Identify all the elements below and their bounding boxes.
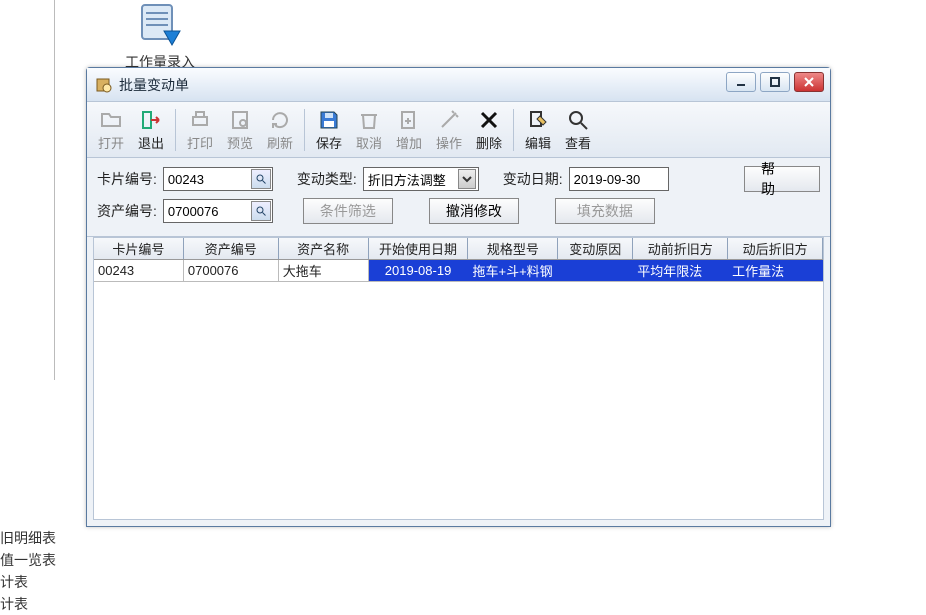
view-button[interactable]: 查看 — [558, 105, 598, 155]
fill-data-button: 填充数据 — [555, 198, 655, 224]
background-side-list: 旧明细表 值一览表 计表 计表 — [0, 527, 56, 615]
app-icon — [95, 76, 113, 94]
print-button[interactable]: 打印 — [180, 105, 220, 155]
asset-no-lookup — [163, 199, 273, 223]
wand-icon — [437, 109, 461, 131]
folder-open-icon — [99, 109, 123, 131]
toolbar-separator — [513, 109, 514, 151]
help-button[interactable]: 帮 助 — [744, 166, 820, 192]
chevron-down-icon[interactable] — [458, 169, 476, 189]
floppy-icon — [317, 109, 341, 131]
toolbar-separator — [304, 109, 305, 151]
cell-spec[interactable]: 拖车+斗+料钢 — [468, 260, 558, 281]
col-card-no[interactable]: 卡片编号 — [94, 238, 184, 259]
background-left-panel — [0, 0, 55, 380]
dialog-title: 批量变动单 — [119, 75, 189, 95]
cell-start-date[interactable]: 2019-08-19 — [369, 260, 469, 281]
side-list-item[interactable]: 计表 — [0, 571, 56, 593]
delete-x-icon — [477, 109, 501, 131]
card-no-label: 卡片编号: — [97, 169, 157, 189]
grid-header: 卡片编号 资产编号 资产名称 开始使用日期 规格型号 变动原因 动前折旧方 动后… — [94, 238, 823, 260]
window-close-button[interactable] — [794, 72, 824, 92]
change-type-select[interactable]: 折旧方法调整 — [363, 167, 479, 191]
exit-icon — [139, 109, 163, 131]
exit-button[interactable]: 退出 — [131, 105, 171, 155]
side-list-item[interactable]: 值一览表 — [0, 549, 56, 571]
card-no-lookup-button[interactable] — [251, 169, 271, 189]
edit-icon — [526, 109, 550, 131]
titlebar[interactable]: 批量变动单 — [87, 68, 830, 102]
operate-button[interactable]: 操作 — [429, 105, 469, 155]
refresh-button[interactable]: 刷新 — [260, 105, 300, 155]
cell-dep-after[interactable]: 工作量法 — [728, 260, 823, 281]
workload-entry-icon — [130, 0, 190, 50]
change-type-label: 变动类型: — [297, 169, 357, 189]
undo-change-button[interactable]: 撤消修改 — [429, 198, 519, 224]
toolbar-separator — [175, 109, 176, 151]
cell-asset-name[interactable]: 大拖车 — [279, 260, 369, 281]
delete-button[interactable]: 删除 — [469, 105, 509, 155]
asset-no-lookup-button[interactable] — [251, 201, 271, 221]
cell-asset-no[interactable]: 0700076 — [184, 260, 279, 281]
preview-icon — [228, 109, 252, 131]
filter-button: 条件筛选 — [303, 198, 393, 224]
trash-icon — [357, 109, 381, 131]
open-button[interactable]: 打开 — [91, 105, 131, 155]
col-dep-after[interactable]: 动后折旧方 — [728, 238, 823, 259]
search-icon — [566, 109, 590, 131]
cell-reason[interactable] — [558, 260, 633, 281]
toolbar: 打开 退出 打印 预览 刷新 保存 取消 增加 操作 删除 编辑 查看 — [87, 102, 830, 158]
cell-card-no[interactable]: 00243 — [94, 260, 184, 281]
grid-body[interactable]: 00243 0700076 大拖车 2019-08-19 拖车+斗+料钢 平均年… — [94, 260, 823, 519]
change-date-input[interactable] — [569, 167, 669, 191]
cancel-button[interactable]: 取消 — [349, 105, 389, 155]
add-doc-icon — [397, 109, 421, 131]
col-dep-before[interactable]: 动前折旧方 — [633, 238, 728, 259]
card-no-lookup — [163, 167, 273, 191]
change-type-value: 折旧方法调整 — [368, 170, 458, 189]
form-area: 卡片编号: 变动类型: 折旧方法调整 变动日期: 帮 助 资产编号: — [87, 158, 830, 237]
printer-icon — [188, 109, 212, 131]
desktop-shortcut-workload-entry[interactable]: 工作量录入 — [100, 0, 220, 72]
refresh-icon — [268, 109, 292, 131]
col-asset-no[interactable]: 资产编号 — [184, 238, 279, 259]
side-list-item[interactable]: 计表 — [0, 593, 56, 615]
col-reason[interactable]: 变动原因 — [558, 238, 633, 259]
window-minimize-button[interactable] — [726, 72, 756, 92]
save-button[interactable]: 保存 — [309, 105, 349, 155]
preview-button[interactable]: 预览 — [220, 105, 260, 155]
batch-change-dialog: 批量变动单 打开 退出 打印 预览 刷新 保存 取消 增加 操作 删除 编辑 查… — [86, 67, 831, 527]
col-asset-name[interactable]: 资产名称 — [279, 238, 369, 259]
data-grid[interactable]: 卡片编号 资产编号 资产名称 开始使用日期 规格型号 变动原因 动前折旧方 动后… — [93, 237, 824, 520]
edit-button[interactable]: 编辑 — [518, 105, 558, 155]
col-spec[interactable]: 规格型号 — [468, 238, 558, 259]
change-date-label: 变动日期: — [503, 169, 563, 189]
col-start-date[interactable]: 开始使用日期 — [369, 238, 469, 259]
cell-dep-before[interactable]: 平均年限法 — [633, 260, 728, 281]
add-button[interactable]: 增加 — [389, 105, 429, 155]
table-row[interactable]: 00243 0700076 大拖车 2019-08-19 拖车+斗+料钢 平均年… — [94, 260, 823, 282]
side-list-item[interactable]: 旧明细表 — [0, 527, 56, 549]
asset-no-label: 资产编号: — [97, 201, 157, 221]
window-maximize-button[interactable] — [760, 72, 790, 92]
